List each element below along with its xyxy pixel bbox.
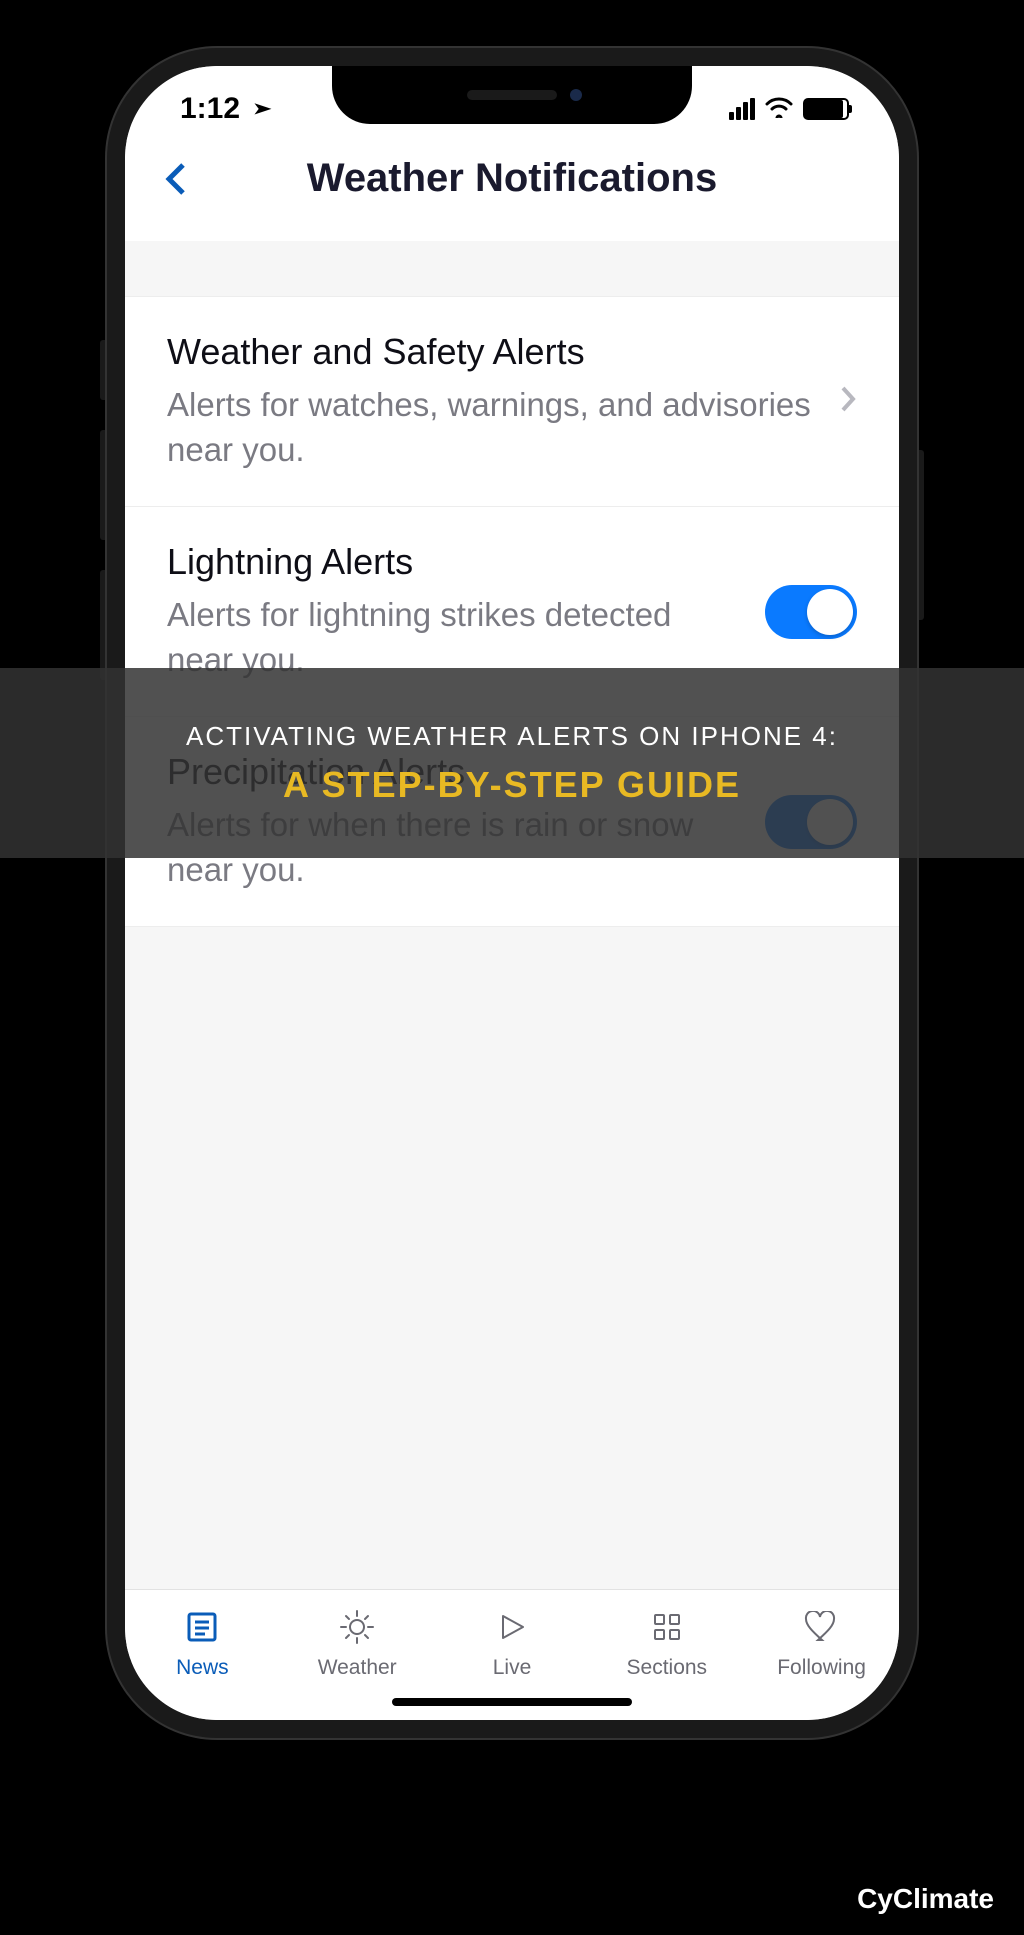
tab-label: Sections [627,1656,708,1680]
status-left: 1:12 [180,92,268,126]
lightning-alerts-toggle[interactable] [765,585,857,639]
page-header: Weather Notifications [125,136,899,241]
overlay-title-line2: A STEP-BY-STEP GUIDE [283,764,741,806]
wifi-icon [765,92,793,126]
section-spacer [125,241,899,297]
status-time: 1:12 [180,92,240,126]
setting-text: Lightning Alerts Alerts for lightning st… [167,541,745,682]
phone-screen: 1:12 Weather Notifications [125,66,899,1720]
home-indicator[interactable] [392,1698,632,1706]
setting-text: Weather and Safety Alerts Alerts for wat… [167,331,819,472]
grid-icon [651,1608,683,1646]
tab-label: Live [493,1656,532,1680]
setting-weather-safety-alerts[interactable]: Weather and Safety Alerts Alerts for wat… [125,297,899,507]
overlay-title-line1: ACTIVATING WEATHER ALERTS ON IPHONE 4: [186,721,838,752]
play-icon [495,1608,529,1646]
sun-icon [338,1608,376,1646]
tab-sections[interactable]: Sections [589,1608,744,1680]
phone-frame: 1:12 Weather Notifications [107,48,917,1738]
watermark: CyClimate [857,1883,994,1915]
chevron-right-icon [839,384,857,419]
tab-news[interactable]: News [125,1608,280,1680]
location-services-icon [241,94,275,128]
article-title-overlay: ACTIVATING WEATHER ALERTS ON IPHONE 4: A… [0,668,1024,858]
heart-icon [804,1608,840,1646]
phone-notch [332,66,692,124]
setting-title: Weather and Safety Alerts [167,331,819,373]
tab-live[interactable]: Live [435,1608,590,1680]
status-right [729,92,849,126]
page-title: Weather Notifications [155,156,869,201]
battery-icon [803,98,849,120]
cellular-signal-icon [729,98,755,120]
toggle-knob [807,589,853,635]
tab-label: Following [777,1656,866,1680]
tab-following[interactable]: Following [744,1608,899,1680]
tab-label: Weather [318,1656,397,1680]
setting-title: Lightning Alerts [167,541,745,583]
tab-weather[interactable]: Weather [280,1608,435,1680]
setting-description: Alerts for watches, warnings, and adviso… [167,383,819,472]
news-icon [185,1608,219,1646]
tab-label: News [176,1656,229,1680]
phone-power-button [916,450,924,620]
